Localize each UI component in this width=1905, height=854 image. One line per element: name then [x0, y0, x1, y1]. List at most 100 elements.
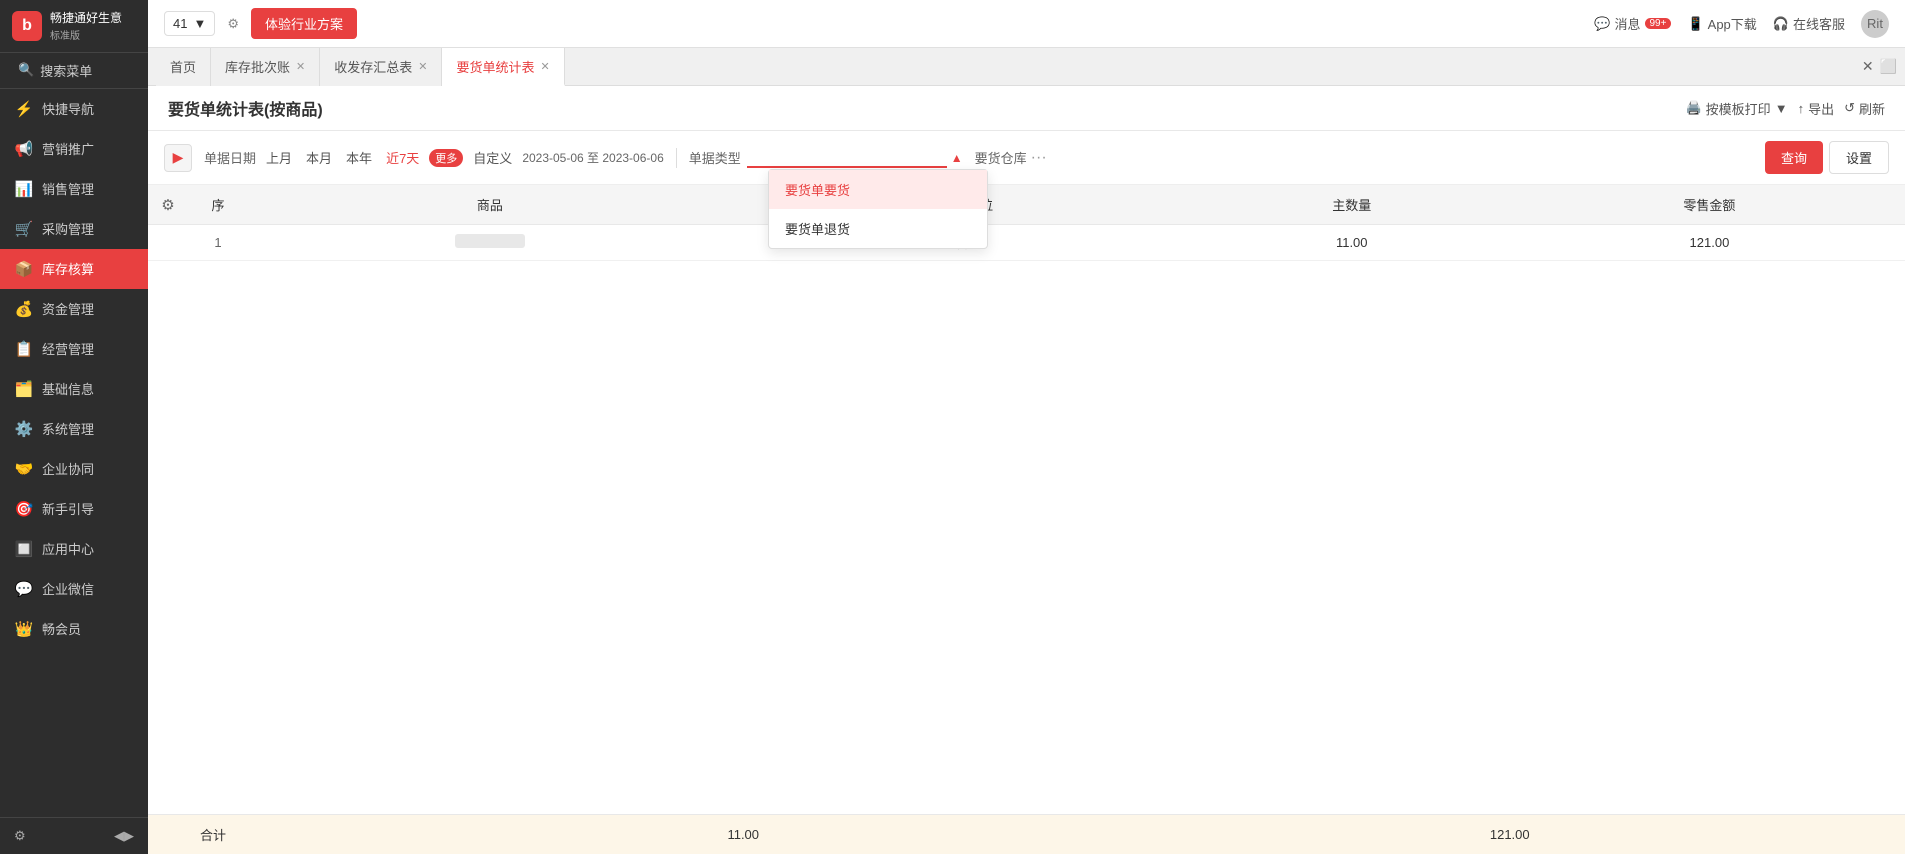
- tab-order-close[interactable]: ✕: [541, 60, 550, 73]
- nav-label-inventory: 库存核算: [42, 259, 94, 278]
- 7days-button[interactable]: 近7天: [382, 146, 423, 169]
- refresh-button[interactable]: ↺ 刷新: [1844, 99, 1885, 118]
- tab-order-summary[interactable]: 要货单统计表 ✕: [442, 48, 564, 86]
- sidebar-item-sales[interactable]: 📊 销售管理: [0, 169, 148, 209]
- sidebar-item-purchase[interactable]: 🛒 采购管理: [0, 209, 148, 249]
- tab-home-label: 首页: [170, 57, 196, 76]
- sidebar-item-members[interactable]: 👑 畅会员: [0, 609, 148, 649]
- export-button[interactable]: ↑ 导出: [1798, 99, 1835, 118]
- search-label: 搜索菜单: [40, 61, 92, 80]
- message-icon: 💬: [1594, 16, 1610, 32]
- user-avatar[interactable]: Rit: [1861, 10, 1889, 38]
- sidebar-item-apps[interactable]: 🔲 应用中心: [0, 529, 148, 569]
- warehouse-filter-group: 要货仓库 ···: [975, 148, 1047, 167]
- tab-home[interactable]: 首页: [156, 48, 211, 86]
- last-month-button[interactable]: 上月: [262, 146, 296, 169]
- sidebar-item-operations[interactable]: 📋 经营管理: [0, 329, 148, 369]
- nav-label-basic: 基础信息: [42, 379, 94, 398]
- nav-label-members: 畅会员: [42, 619, 81, 638]
- type-input[interactable]: [747, 147, 947, 168]
- nav-label-apps: 应用中心: [42, 539, 94, 558]
- page-header: 要货单统计表(按商品) 🖨️ 按模板打印 ▼ ↑ 导出 ↺ 刷新: [148, 86, 1905, 131]
- sidebar-footer: ⚙ ◀▶: [0, 817, 148, 854]
- footer-amount: 121.00: [1127, 827, 1894, 842]
- nav-icon-guide: 🎯: [14, 499, 34, 519]
- set-button[interactable]: 设置: [1829, 141, 1889, 174]
- table-footer: 合计 11.00 121.00: [148, 814, 1905, 854]
- col-product: 商品: [248, 185, 732, 225]
- page-header-actions: 🖨️ 按模板打印 ▼ ↑ 导出 ↺ 刷新: [1685, 99, 1885, 118]
- sidebar-item-guide[interactable]: 🎯 新手引导: [0, 489, 148, 529]
- dropdown-item-1[interactable]: 要货单要货: [769, 170, 987, 209]
- footer-quantity: 11.00: [360, 827, 1127, 842]
- filter-expand-button[interactable]: ▶: [164, 144, 192, 172]
- settings-icon[interactable]: ⚙: [14, 828, 26, 844]
- col-settings[interactable]: ⚙: [148, 185, 188, 225]
- custom-button[interactable]: 自定义: [469, 146, 516, 169]
- sidebar-item-collab[interactable]: 🤝 企业协同: [0, 449, 148, 489]
- tab-order-label: 要货单统计表: [456, 57, 534, 76]
- nav-label-system: 系统管理: [42, 419, 94, 438]
- maximize-window-button[interactable]: ⬜: [1880, 58, 1897, 75]
- tab-collect-label: 收发存汇总表: [334, 57, 412, 76]
- tab-collect-summary[interactable]: 收发存汇总表 ✕: [320, 48, 442, 86]
- sidebar-item-finance[interactable]: 💰 资金管理: [0, 289, 148, 329]
- online-service-button[interactable]: 🎧 在线客服: [1773, 14, 1845, 33]
- logo-icon: b: [12, 11, 42, 41]
- app-download-label: App下载: [1708, 14, 1757, 33]
- service-label: 在线客服: [1793, 14, 1845, 33]
- this-month-button[interactable]: 本月: [302, 146, 336, 169]
- col-quantity: 主数量: [1190, 185, 1514, 225]
- sidebar-item-wechat[interactable]: 💬 企业微信: [0, 569, 148, 609]
- message-badge: 99+: [1645, 18, 1672, 29]
- warehouse-label: 要货仓库: [975, 148, 1027, 167]
- column-settings-icon[interactable]: ⚙: [161, 197, 174, 214]
- collapse-icon[interactable]: ◀▶: [114, 828, 134, 844]
- more-badge[interactable]: 更多: [429, 149, 463, 167]
- sidebar-item-quick-nav[interactable]: ⚡ 快捷导航: [0, 89, 148, 129]
- sidebar: b 畅捷通好生意 标准版 🔍 搜索菜单 ⚡ 快捷导航📢 营销推广📊 销售管理🛒 …: [0, 0, 148, 854]
- app-download-button[interactable]: 📱 App下载: [1687, 14, 1756, 33]
- col-seq: 序: [188, 185, 248, 225]
- topbar-right: 💬 消息 99+ 📱 App下载 🎧 在线客服 Rit: [1594, 10, 1889, 38]
- warehouse-more-icon[interactable]: ···: [1031, 149, 1047, 167]
- row-product: [248, 225, 732, 261]
- query-button[interactable]: 查询: [1765, 141, 1823, 174]
- type-chevron-icon[interactable]: ▲: [951, 151, 963, 165]
- dropdown-item-2[interactable]: 要货单退货: [769, 209, 987, 248]
- settings-icon[interactable]: ⚙: [227, 16, 239, 32]
- sidebar-item-marketing[interactable]: 📢 营销推广: [0, 129, 148, 169]
- shop-selector[interactable]: 41 ▼: [164, 11, 215, 36]
- search-menu[interactable]: 🔍 搜索菜单: [0, 53, 148, 89]
- shop-dropdown-icon: ▼: [193, 16, 206, 31]
- sidebar-item-inventory[interactable]: 📦 库存核算: [0, 249, 148, 289]
- tab-batch-close[interactable]: ✕: [296, 60, 305, 73]
- nav-icon-system: ⚙️: [14, 419, 34, 439]
- print-button[interactable]: 🖨️ 按模板打印 ▼: [1685, 99, 1787, 118]
- print-icon: 🖨️: [1685, 100, 1701, 116]
- message-button[interactable]: 💬 消息 99+: [1594, 14, 1671, 33]
- table-header-row: ⚙ 序 商品 主计量单位 主数量: [148, 185, 1905, 225]
- date-range: 2023-05-06 至 2023-06-06: [522, 149, 663, 166]
- export-label: 导出: [1808, 99, 1834, 118]
- row-seq: 1: [188, 225, 248, 261]
- table-wrapper: ⚙ 序 商品 主计量单位 主数量: [148, 185, 1905, 814]
- tab-extras: ✕ ⬜: [1862, 58, 1897, 75]
- sidebar-item-system[interactable]: ⚙️ 系统管理: [0, 409, 148, 449]
- nav-icon-finance: 💰: [14, 299, 34, 319]
- this-year-button[interactable]: 本年: [342, 146, 376, 169]
- page: 要货单统计表(按商品) 🖨️ 按模板打印 ▼ ↑ 导出 ↺ 刷新 ▶: [148, 86, 1905, 854]
- main-content: 41 ▼ ⚙ 体验行业方案 💬 消息 99+ 📱 App下载 🎧 在线客服: [148, 0, 1905, 854]
- tab-batch-account[interactable]: 库存批次账 ✕: [211, 48, 320, 86]
- table-row: 1 块 11.00 121.00: [148, 225, 1905, 261]
- trial-button[interactable]: 体验行业方案: [251, 8, 357, 39]
- tab-collect-close[interactable]: ✕: [418, 60, 427, 73]
- close-window-button[interactable]: ✕: [1862, 58, 1874, 75]
- nav-label-operations: 经营管理: [42, 339, 94, 358]
- message-label: 消息: [1614, 14, 1640, 33]
- sidebar-item-basic[interactable]: 🗂️ 基础信息: [0, 369, 148, 409]
- filter-bar: ▶ 单据日期 上月 本月 本年 近7天 更多 自定义 2023-05-06 至 …: [148, 131, 1905, 185]
- export-icon: ↑: [1798, 101, 1805, 116]
- sidebar-logo: b 畅捷通好生意 标准版: [0, 0, 148, 53]
- nav-label-purchase: 采购管理: [42, 219, 94, 238]
